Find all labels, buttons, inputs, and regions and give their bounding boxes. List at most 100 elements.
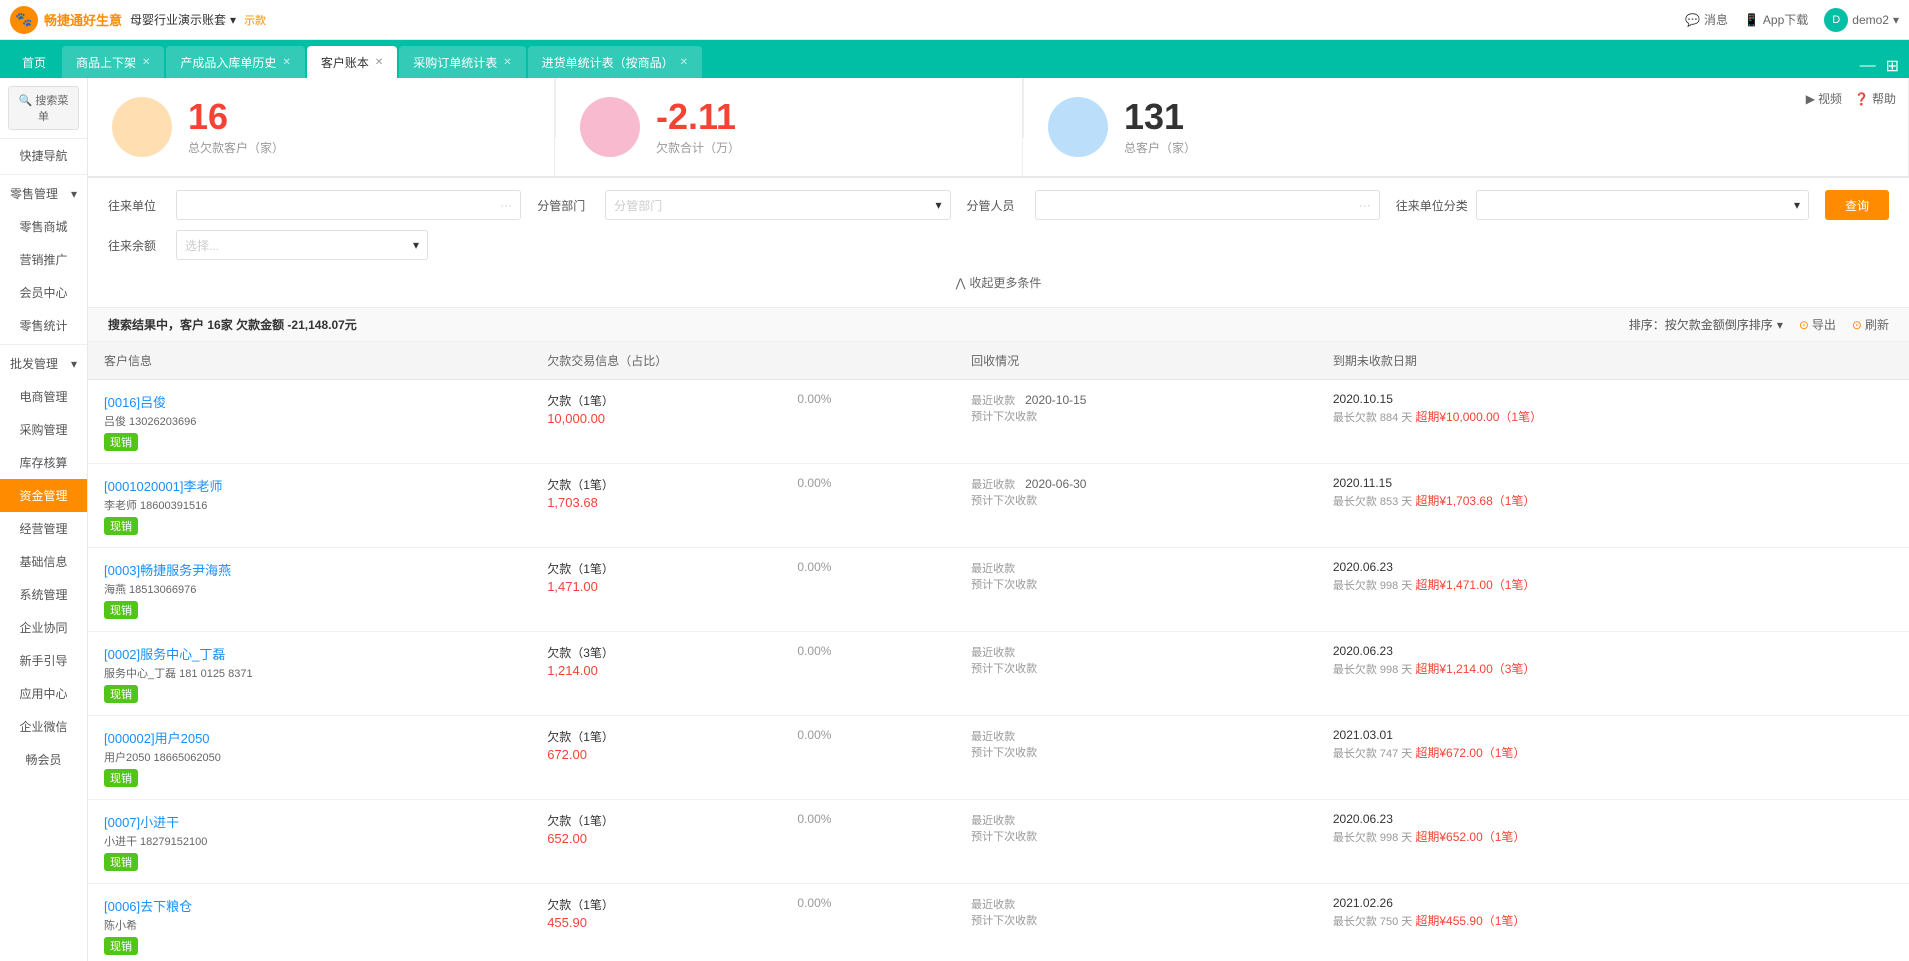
debt-amount: 652.00 [547,831,757,846]
message-button[interactable]: 💬 消息 [1685,11,1728,28]
debt-amount: 1,471.00 [547,579,757,594]
sort-selector[interactable]: 排序：按欠款金额倒序排序 ▾ [1629,316,1783,333]
customer-name-link[interactable]: [0003]畅捷服务尹海燕 [104,560,515,579]
due-date: 2020.06.23 [1333,560,1893,574]
sidebar-search-area: 🔍 搜索菜单 [0,78,87,139]
tab-minimize-icon[interactable]: — [1858,55,1878,77]
sidebar-item-inventory[interactable]: 库存核算 [0,446,87,479]
debt-customers-value: 16 [188,99,284,135]
source-unit-dots: ··· [500,198,512,212]
customer-tag: 现销 [104,685,138,703]
debt-percent: 0.00% [797,392,831,406]
sidebar-item-enterprise-wechat[interactable]: 企业微信 [0,710,87,743]
due-date: 2020.06.23 [1333,812,1893,826]
customer-name-link[interactable]: [0002]服务中心_丁磊 [104,644,515,663]
user-menu-button[interactable]: D demo2 ▾ [1824,8,1899,32]
debt-customers-label: 总欠款客户（家） [188,139,284,156]
tab-maximize-icon[interactable]: ⊞ [1884,54,1901,78]
person-input[interactable]: ··· [1035,190,1380,220]
debt-amount: 10,000.00 [547,411,757,426]
search-button[interactable]: 查询 [1825,190,1889,220]
customer-tag: 现销 [104,433,138,451]
tab-customer-account[interactable]: 客户账本 ✕ [307,46,397,78]
debt-info-cell: 欠款（1笔） 672.00 [531,716,773,800]
sidebar-item-finance[interactable]: 资金管理 [0,479,87,512]
tab-production[interactable]: 产成品入库单历史 ✕ [166,46,304,78]
customer-name-link[interactable]: [0006]去下粮仓 [104,896,515,915]
sidebar-item-app-center[interactable]: 应用中心 [0,677,87,710]
unit-category-select[interactable]: ▾ [1476,190,1809,220]
sidebar-item-retail-stats[interactable]: 零售统计 [0,309,87,342]
results-bar: 搜索结果中，客户 16家 欠款金额 -21,148.07元 排序：按欠款金额倒序… [88,308,1909,342]
overdue-amount-link[interactable]: 超期¥1,471.00（1笔） [1415,578,1535,592]
overdue-days: 最长欠款 750 天 超期¥455.90（1笔） [1333,912,1893,929]
sort-label: 排序：按欠款金额倒序排序 [1629,316,1773,333]
tab-purchase-stats-close-icon[interactable]: ✕ [503,57,511,68]
tab-home[interactable]: 首页 [8,46,60,78]
tab-products-close-icon[interactable]: ✕ [142,57,150,68]
dept-select[interactable]: 分管部门 ▾ [605,190,950,220]
debt-info-cell: 欠款（3笔） 1,214.00 [531,632,773,716]
refresh-button[interactable]: ⊙ 刷新 [1852,316,1889,333]
customer-info-cell: [0002]服务中心_丁磊 服务中心_丁磊 181 0125 8371 现销 [88,632,531,716]
overdue-amount-link[interactable]: 超期¥652.00（1笔） [1415,830,1525,844]
table-row: [0016]吕俊 吕俊 13026203696 现销 欠款（1笔） 10,000… [88,380,1909,464]
sidebar-item-purchase-mgmt[interactable]: 采购管理 [0,413,87,446]
balance-select[interactable]: 选择... ▾ [176,230,428,260]
tab-purchase-stats[interactable]: 采购订单统计表 ✕ [399,46,525,78]
person-dots: ··· [1359,198,1371,212]
sidebar-item-wholesale-mgmt[interactable]: 批发管理 ▾ [0,347,87,380]
overdue-amount-link[interactable]: 超期¥10,000.00（1笔） [1415,410,1542,424]
app-download-button[interactable]: 📱 App下载 [1744,11,1808,28]
source-unit-input[interactable]: ··· [176,190,521,220]
sidebar-item-system[interactable]: 系统管理 [0,578,87,611]
sidebar-item-retail-mgmt[interactable]: 零售管理 ▾ [0,177,87,210]
last-collection-date: 2020-10-15 [1018,393,1086,407]
company-selector[interactable]: 母婴行业演示账套 ▾ [130,11,236,28]
results-customer-count: 16家 [207,318,232,332]
tab-customer-account-close-icon[interactable]: ✕ [375,57,383,68]
sidebar-item-finance-label: 资金管理 [19,487,67,504]
customer-name-link[interactable]: [0016]吕俊 [104,392,515,411]
sidebar-item-operations[interactable]: 经营管理 [0,512,87,545]
sidebar-item-retail-mall[interactable]: 零售商城 [0,210,87,243]
collapse-filters-button[interactable]: ⋀ 收起更多条件 [108,270,1889,295]
sidebar-item-quick-nav[interactable]: 快捷导航 [0,139,87,172]
sidebar-item-guide-label: 新手引导 [19,652,67,669]
customer-info-cell: [0007]小进干 小进干 18279152100 现销 [88,800,531,884]
company-dropdown-icon: ▾ [230,13,236,27]
customer-name-link[interactable]: [000002]用户2050 [104,728,515,747]
sidebar-item-chang-member[interactable]: 畅会员 [0,743,87,776]
help-button[interactable]: ❓ 帮助 [1854,90,1896,107]
next-collection-label: 预计下次收款 [971,747,1037,759]
sidebar-item-marketing[interactable]: 营销推广 [0,243,87,276]
debt-count: 欠款（1笔） [547,898,614,912]
sidebar-item-member-center[interactable]: 会员中心 [0,276,87,309]
due-date-cell: 2020.11.15 最长欠款 853 天 超期¥1,703.68（1笔） [1317,464,1909,548]
debt-percent-cell: 0.00% [773,632,955,716]
export-icon: ⊙ [1799,318,1809,332]
nav-link-item[interactable]: 示款 [244,12,266,28]
overdue-amount-link[interactable]: 超期¥1,703.68（1笔） [1415,494,1535,508]
col-due-date: 到期未收款日期 [1317,342,1909,380]
tab-stock-stats[interactable]: 进货单统计表（按商品） ✕ [528,46,702,78]
filter-person-label: 分管人员 [967,197,1027,214]
search-icon: 🔍 [19,95,33,107]
customer-name-link[interactable]: [0007]小进干 [104,812,515,831]
video-button[interactable]: ▶ 视频 [1806,90,1842,107]
sidebar-search-button[interactable]: 🔍 搜索菜单 [8,86,79,130]
sidebar-item-ecommerce[interactable]: 电商管理 [0,380,87,413]
overdue-amount-link[interactable]: 超期¥1,214.00（3笔） [1415,662,1535,676]
tab-products[interactable]: 商品上下架 ✕ [62,46,164,78]
export-button[interactable]: ⊙ 导出 [1799,316,1836,333]
tab-stock-stats-close-icon[interactable]: ✕ [680,57,688,68]
sidebar-item-chang-member-label: 畅会员 [25,751,61,768]
tab-production-close-icon[interactable]: ✕ [282,57,290,68]
overdue-amount-link[interactable]: 超期¥672.00（1笔） [1415,746,1525,760]
customer-name-link[interactable]: [0001020001]李老师 [104,476,515,495]
overdue-amount-link[interactable]: 超期¥455.90（1笔） [1415,914,1525,928]
sidebar-item-collab[interactable]: 企业协同 [0,611,87,644]
sidebar-item-guide[interactable]: 新手引导 [0,644,87,677]
debt-amount: 672.00 [547,747,757,762]
sidebar-item-basic-info[interactable]: 基础信息 [0,545,87,578]
